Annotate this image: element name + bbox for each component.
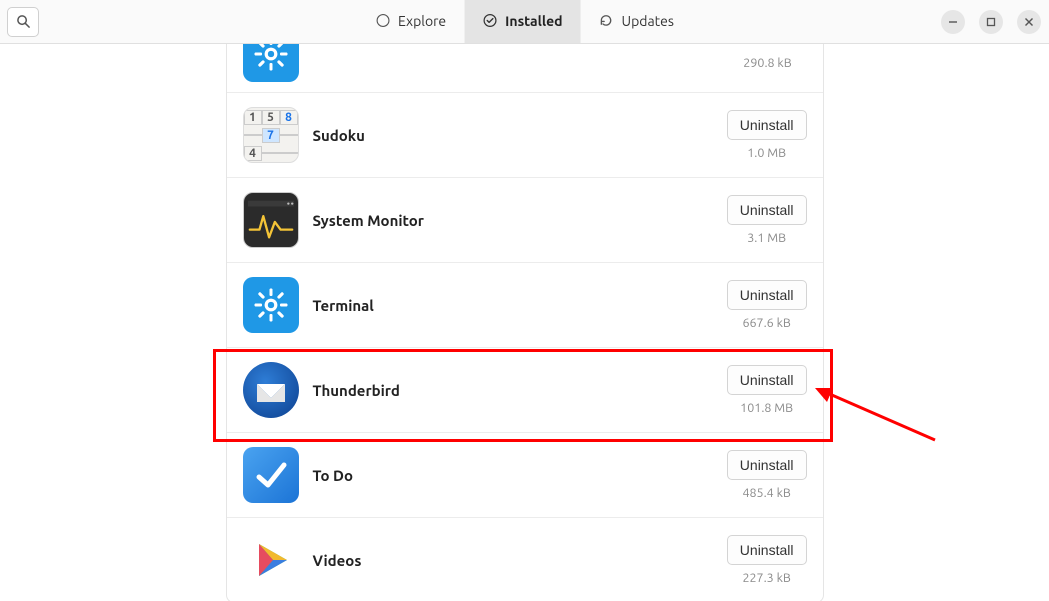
installed-app-list: 290.8 kB 158 7 4 Sudoku Uninstall 1.0 MB… bbox=[226, 44, 824, 601]
app-actions: Uninstall 485.4 kB bbox=[727, 450, 807, 500]
refresh-icon bbox=[599, 13, 614, 28]
app-name: To Do bbox=[313, 467, 727, 484]
uninstall-button[interactable]: Uninstall bbox=[727, 365, 807, 395]
maximize-icon bbox=[986, 17, 996, 27]
tab-installed[interactable]: Installed bbox=[464, 0, 580, 43]
tab-updates-label: Updates bbox=[622, 13, 674, 29]
app-row-snapd[interactable]: 290.8 kB bbox=[227, 44, 823, 93]
app-size: 1.0 MB bbox=[747, 146, 786, 160]
app-size: 667.6 kB bbox=[742, 316, 790, 330]
close-button[interactable] bbox=[1017, 10, 1041, 34]
play-icon bbox=[247, 536, 295, 584]
app-row-todo[interactable]: To Do Uninstall 485.4 kB bbox=[227, 433, 823, 518]
app-icon-gear bbox=[243, 44, 299, 82]
check-circle-icon bbox=[482, 13, 497, 28]
view-tabs: Explore Installed Updates bbox=[357, 0, 692, 43]
tab-explore[interactable]: Explore bbox=[357, 0, 464, 43]
app-row-thunderbird[interactable]: Thunderbird Uninstall 101.8 MB bbox=[227, 348, 823, 433]
gear-icon bbox=[253, 287, 289, 323]
app-row-sudoku[interactable]: 158 7 4 Sudoku Uninstall 1.0 MB bbox=[227, 93, 823, 178]
header-bar: Explore Installed Updates bbox=[0, 0, 1049, 44]
app-row-system-monitor[interactable]: System Monitor Uninstall 3.1 MB bbox=[227, 178, 823, 263]
app-icon-thunderbird bbox=[243, 362, 299, 418]
uninstall-button[interactable]: Uninstall bbox=[727, 450, 807, 480]
app-actions: Uninstall 3.1 MB bbox=[727, 195, 807, 245]
app-actions: Uninstall 101.8 MB bbox=[727, 365, 807, 415]
app-name: System Monitor bbox=[313, 212, 727, 229]
app-icon-system-monitor bbox=[243, 192, 299, 248]
app-row-terminal[interactable]: Terminal Uninstall 667.6 kB bbox=[227, 263, 823, 348]
close-icon bbox=[1024, 17, 1034, 27]
app-name: Sudoku bbox=[313, 127, 727, 144]
window-controls bbox=[941, 10, 1041, 34]
app-icon-sudoku: 158 7 4 bbox=[243, 107, 299, 163]
app-size: 227.3 kB bbox=[742, 571, 790, 585]
app-size: 101.8 MB bbox=[740, 401, 793, 415]
thunderbird-icon bbox=[243, 362, 299, 418]
compass-icon bbox=[375, 13, 390, 28]
uninstall-button[interactable]: Uninstall bbox=[727, 195, 807, 225]
uninstall-button[interactable]: Uninstall bbox=[727, 280, 807, 310]
tab-updates[interactable]: Updates bbox=[581, 0, 692, 43]
app-size: 290.8 kB bbox=[743, 56, 791, 70]
app-actions: Uninstall 1.0 MB bbox=[727, 110, 807, 160]
maximize-button[interactable] bbox=[979, 10, 1003, 34]
tab-installed-label: Installed bbox=[505, 13, 562, 29]
content-area: 290.8 kB 158 7 4 Sudoku Uninstall 1.0 MB… bbox=[0, 44, 1049, 601]
app-name: Terminal bbox=[313, 297, 727, 314]
search-button[interactable] bbox=[7, 7, 39, 37]
app-size: 3.1 MB bbox=[747, 231, 786, 245]
check-icon bbox=[251, 455, 291, 495]
app-actions: Uninstall 667.6 kB bbox=[727, 280, 807, 330]
uninstall-button[interactable]: Uninstall bbox=[727, 110, 807, 140]
app-name: Videos bbox=[313, 552, 727, 569]
app-row-videos[interactable]: Videos Uninstall 227.3 kB bbox=[227, 518, 823, 601]
tab-explore-label: Explore bbox=[398, 13, 446, 29]
app-icon-videos bbox=[243, 532, 299, 588]
minimize-icon bbox=[948, 17, 958, 27]
app-actions: Uninstall 227.3 kB bbox=[727, 535, 807, 585]
search-icon bbox=[16, 14, 31, 29]
app-size: 485.4 kB bbox=[742, 486, 790, 500]
gear-icon bbox=[253, 44, 289, 72]
minimize-button[interactable] bbox=[941, 10, 965, 34]
app-icon-terminal bbox=[243, 277, 299, 333]
app-name: Thunderbird bbox=[313, 382, 727, 399]
app-icon-todo bbox=[243, 447, 299, 503]
uninstall-button[interactable]: Uninstall bbox=[727, 535, 807, 565]
app-actions: 290.8 kB bbox=[729, 56, 807, 70]
pulse-icon bbox=[244, 192, 298, 248]
